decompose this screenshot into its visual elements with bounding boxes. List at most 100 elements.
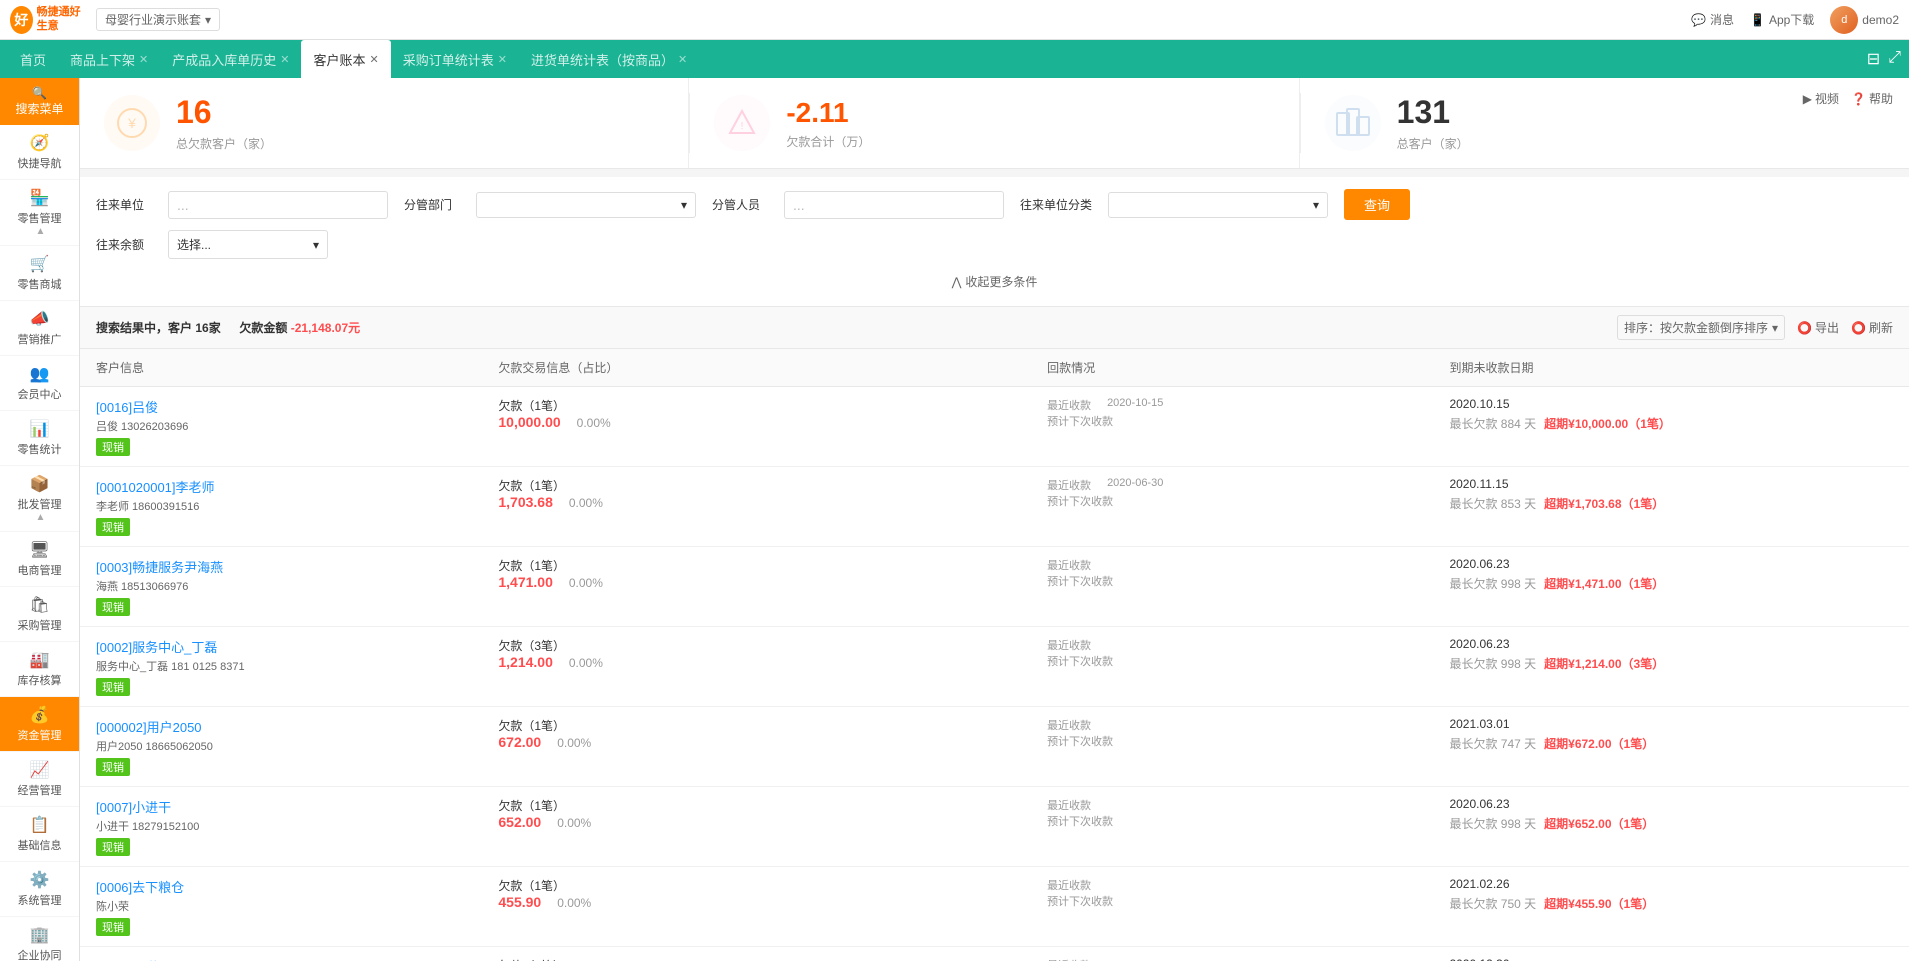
last-payment-label: 最近收款 <box>1047 637 1091 653</box>
sidebar-item-retail-stats[interactable]: 📊 零售统计 <box>0 411 79 466</box>
dept-select[interactable]: ▾ <box>476 192 696 218</box>
export-btn[interactable]: ⭕ 导出 <box>1797 319 1839 336</box>
customer-name[interactable]: [0016]吕俊 <box>96 397 466 416</box>
debt-amount[interactable]: 1,214.00 <box>498 654 553 670</box>
sidebar-item-retail-store[interactable]: 🛒 零售商城 <box>0 246 79 301</box>
cell-debt-info: 欠款（1笔） 10,000.00 0.00% <box>482 387 1031 467</box>
overdue-days: 最长欠款 998 天 <box>1449 815 1536 832</box>
collapse-nav-icon[interactable]: ⊟ <box>1867 49 1880 69</box>
debt-amount[interactable]: 652.00 <box>498 814 541 830</box>
sidebar-item-batch-mgmt[interactable]: 📦 批发管理 ▲ <box>0 466 79 532</box>
col-payback: 回款情况 <box>1031 349 1433 387</box>
tab-customer-account[interactable]: 客户账本 ✕ <box>301 40 390 78</box>
sidebar-item-nav[interactable]: 🧭 快捷导航 <box>0 125 79 180</box>
customer-phone: 李老师 18600391516 <box>96 498 466 514</box>
due-date: 2020.12.30 <box>1449 957 1893 961</box>
tab-close-icon[interactable]: ✕ <box>370 53 379 66</box>
customer-name[interactable]: [0003]畅捷服务尹海燕 <box>96 557 466 576</box>
tab-home[interactable]: 首页 <box>8 40 58 78</box>
stat-top-right: ▶ 视频 ❓ 帮助 <box>1803 90 1893 107</box>
help-link[interactable]: ❓ 帮助 <box>1851 90 1893 107</box>
sidebar-item-business[interactable]: 📈 经营管理 <box>0 752 79 807</box>
customer-name[interactable]: [0001020001]李老师 <box>96 477 466 496</box>
tab-close-icon[interactable]: ✕ <box>139 53 148 66</box>
refresh-btn[interactable]: ⭕ 刷新 <box>1851 319 1893 336</box>
sidebar-item-member[interactable]: 👥 会员中心 <box>0 356 79 411</box>
video-link[interactable]: ▶ 视频 <box>1803 90 1839 107</box>
tab-close-icon[interactable]: ✕ <box>678 53 687 66</box>
balance-select[interactable]: 选择... ▾ <box>168 230 328 259</box>
payback-info: 最近收款 <box>1047 797 1417 813</box>
customer-name[interactable]: [0002]服务中心_丁磊 <box>96 637 466 656</box>
customer-tag: 现销 <box>96 678 130 696</box>
tab-close-icon[interactable]: ✕ <box>280 53 289 66</box>
stat-content-2: -2.11 欠款合计（万） <box>786 97 870 150</box>
marketing-icon: 📣 <box>30 309 50 329</box>
debt-count: 欠款（1笔） <box>498 717 1015 734</box>
last-payment-date: 2020-10-15 <box>1107 397 1163 413</box>
sidebar-item-system[interactable]: ⚙️ 系统管理 <box>0 862 79 917</box>
debt-amount[interactable]: 455.90 <box>498 894 541 910</box>
store-selector[interactable]: 母婴行业演示账套 ▾ <box>96 8 220 31</box>
sort-select[interactable]: 排序：按欠款金额倒序排序 ▾ <box>1617 315 1785 340</box>
debt-amount[interactable]: 672.00 <box>498 734 541 750</box>
person-input[interactable]: ... <box>784 191 1004 219</box>
unit-category-select[interactable]: ▾ <box>1108 192 1328 218</box>
user-menu[interactable]: d demo2 <box>1830 6 1899 34</box>
cell-payback: 最近收款 预计下次收款 <box>1031 787 1433 867</box>
person-label: 分管人员 <box>712 196 768 213</box>
cell-customer-info: [0016]吕俊 吕俊 13026203696 现销 <box>80 387 482 467</box>
from-unit-input[interactable]: ... <box>168 191 388 219</box>
overdue-amount[interactable]: 超期¥1,703.68（1笔） <box>1544 495 1664 512</box>
sidebar-item-capital[interactable]: 💰 资金管理 <box>0 697 79 752</box>
customer-tag: 现销 <box>96 518 130 536</box>
sidebar-item-retail-mgmt[interactable]: 🏪 零售管理 ▲ <box>0 180 79 246</box>
debt-amount[interactable]: 1,703.68 <box>498 494 553 510</box>
customer-name[interactable]: [000002]用户2050 <box>96 717 466 736</box>
sidebar-search[interactable]: 🔍 搜索菜单 <box>0 78 79 125</box>
overdue-amount[interactable]: 超期¥455.90（1笔） <box>1544 895 1654 912</box>
tab-close-icon[interactable]: ✕ <box>498 53 507 66</box>
sidebar: 🔍 搜索菜单 🧭 快捷导航 🏪 零售管理 ▲ 🛒 零售商城 📣 营销推广 👥 会… <box>0 78 80 961</box>
last-payment-label: 最近收款 <box>1047 557 1091 573</box>
debt-amount[interactable]: 1,471.00 <box>498 574 553 590</box>
sidebar-item-marketing[interactable]: 📣 营销推广 <box>0 301 79 356</box>
tab-purchase-order[interactable]: 采购订单统计表 ✕ <box>391 40 519 78</box>
customer-name[interactable]: [0006]去下粮仓 <box>96 877 466 896</box>
overdue-amount[interactable]: 超期¥672.00（1笔） <box>1544 735 1654 752</box>
sidebar-item-ecommerce[interactable]: 🖥 电商管理 <box>0 532 79 587</box>
sidebar-item-inventory[interactable]: 🏭 库存核算 <box>0 642 79 697</box>
sidebar-item-purchase[interactable]: 🛍 采购管理 <box>0 587 79 642</box>
app-download-btn[interactable]: 📱 App下载 <box>1750 11 1814 28</box>
tab-production[interactable]: 产成品入库单历史 ✕ <box>160 40 301 78</box>
debt-count: 欠款（1笔） <box>498 797 1015 814</box>
payback-info: 最近收款 2020-10-15 <box>1047 397 1417 413</box>
table-row: [000001]黄思源 黄思源 13552700226 现销 欠款（1笔） 42… <box>80 947 1909 961</box>
sidebar-item-enterprise[interactable]: 🏢 企业协同 <box>0 917 79 961</box>
collapse-filter-btn[interactable]: ⋀ 收起更多条件 <box>96 269 1893 294</box>
tab-purchase-stats[interactable]: 进货单统计表（按商品） ✕ <box>519 40 699 78</box>
debt-count: 欠款（1笔） <box>498 957 1015 961</box>
overdue-amount[interactable]: 超期¥652.00（1笔） <box>1544 815 1654 832</box>
customer-name[interactable]: [0007]小进干 <box>96 797 466 816</box>
debt-amount[interactable]: 10,000.00 <box>498 414 560 430</box>
overdue-amount[interactable]: 超期¥1,214.00（3笔） <box>1544 655 1664 672</box>
purchase-icon: 🛍 <box>29 595 49 615</box>
tab-products[interactable]: 商品上下架 ✕ <box>58 40 160 78</box>
overdue-amount[interactable]: 超期¥10,000.00（1笔） <box>1544 415 1671 432</box>
customer-name[interactable]: [000001]黄思源 <box>96 957 466 961</box>
table-row: [000002]用户2050 用户2050 18665062050 现销 欠款（… <box>80 707 1909 787</box>
overdue-amount[interactable]: 超期¥1,471.00（1笔） <box>1544 575 1664 592</box>
table-row: [0003]畅捷服务尹海燕 海燕 18513066976 现销 欠款（1笔） 1… <box>80 547 1909 627</box>
chevron-down-icon: ▾ <box>1313 198 1319 212</box>
fullscreen-icon[interactable]: ⤢ <box>1888 49 1901 69</box>
next-payment-label: 预计下次收款 <box>1047 893 1417 909</box>
sidebar-item-basic[interactable]: 📋 基础信息 <box>0 807 79 862</box>
debt-customer-label: 总欠款客户（家） <box>176 135 272 152</box>
message-btn[interactable]: 💬 消息 <box>1691 11 1734 28</box>
inventory-icon: 🏭 <box>30 650 50 670</box>
query-button[interactable]: 查询 <box>1344 189 1410 220</box>
customer-tag: 现销 <box>96 758 130 776</box>
overdue-days: 最长欠款 998 天 <box>1449 575 1536 592</box>
table-row: [0016]吕俊 吕俊 13026203696 现销 欠款（1笔） 10,000… <box>80 387 1909 467</box>
